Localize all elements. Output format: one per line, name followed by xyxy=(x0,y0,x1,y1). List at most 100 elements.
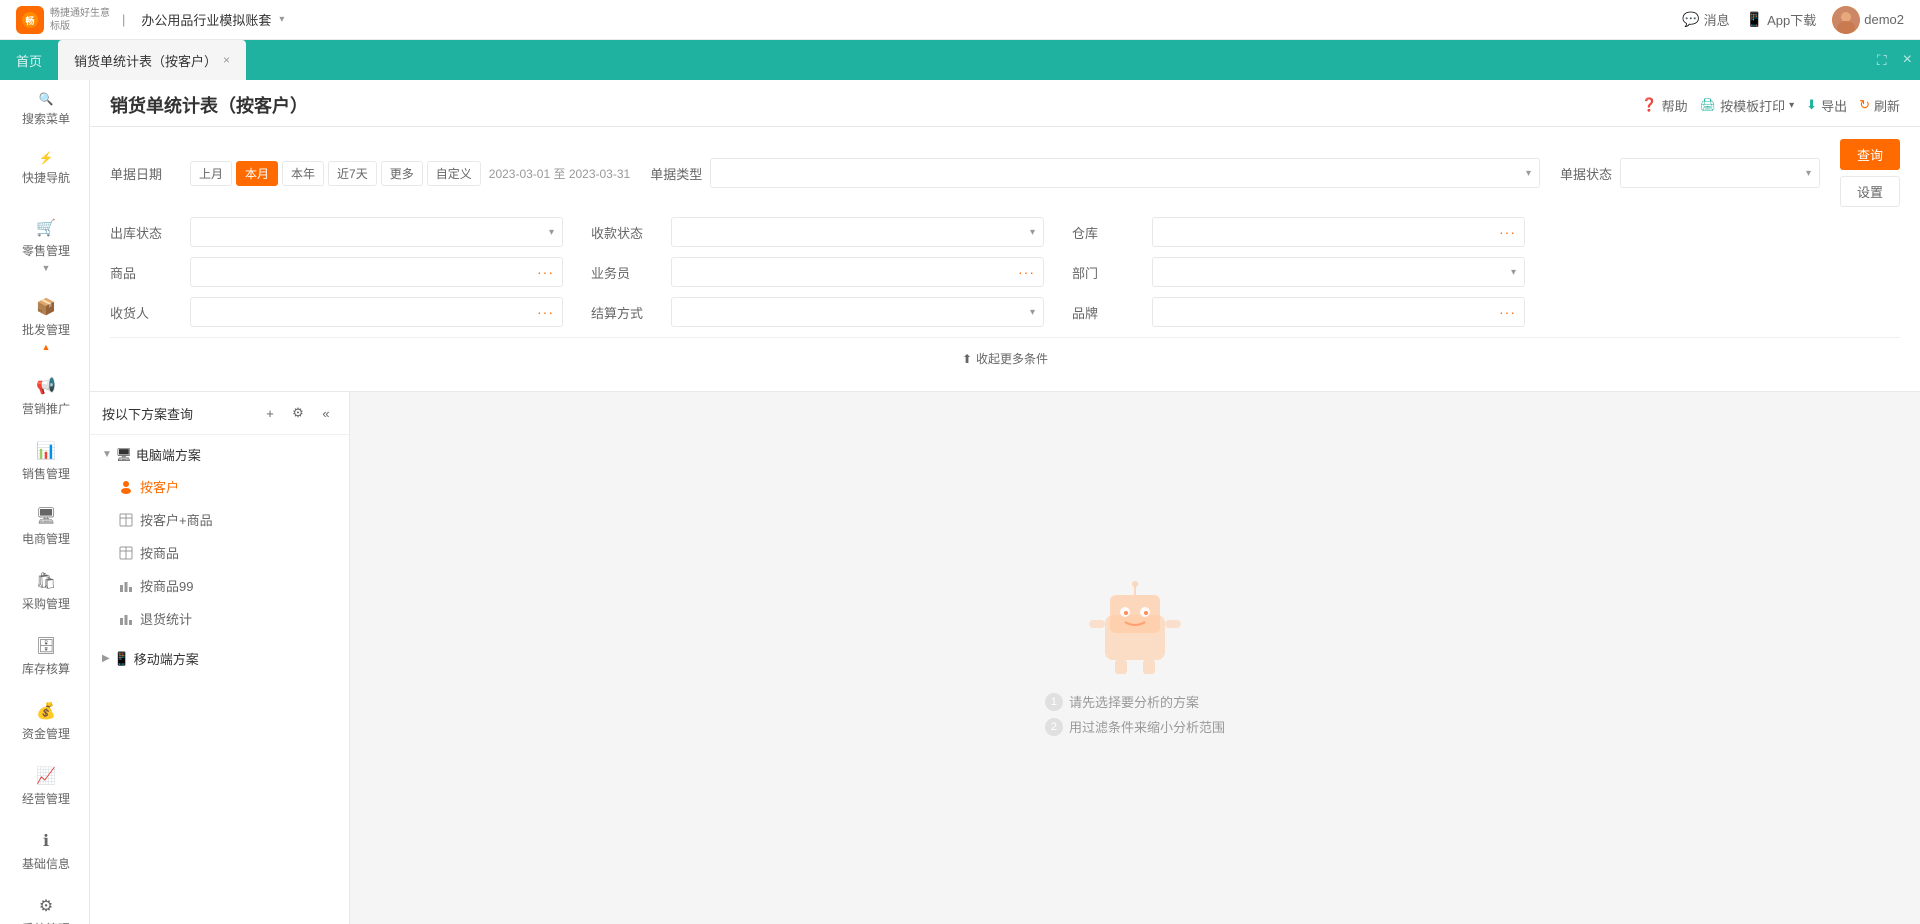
scheme-item-by-product[interactable]: 按商品 xyxy=(90,536,349,569)
order-type-select[interactable]: ▾ xyxy=(710,158,1540,188)
sidebar-quick-nav[interactable]: ⚡ 快捷导航 xyxy=(0,139,89,198)
settings-btn[interactable]: 设置 xyxy=(1840,176,1900,207)
window-close-btn[interactable]: × xyxy=(1903,51,1912,69)
bar-icon-2 xyxy=(118,611,134,627)
tab-home[interactable]: 首页 xyxy=(0,40,58,80)
app-download-btn[interactable]: 📱 App下载 xyxy=(1746,10,1817,29)
collapse-more-btn[interactable]: ⬆ 收起更多条件 xyxy=(110,344,1900,373)
content-inner: 单据日期 上月 本月 本年 近7天 更多 自定义 2023-03-01 至 20… xyxy=(90,127,1920,924)
logo-text: 畅捷通好生意 标版 xyxy=(50,7,110,33)
scheme-item-by-customer-product[interactable]: 按客户+商品 xyxy=(90,503,349,536)
custom-date-btn[interactable]: 自定义 xyxy=(427,161,481,186)
sidebar-item-retail[interactable]: 🛒 零售管理 ▼ xyxy=(0,206,89,285)
salesperson-select[interactable]: ··· xyxy=(671,257,1044,287)
page-title: 销货单统计表（按客户） xyxy=(110,92,308,118)
by-customer-product-label: 按客户+商品 xyxy=(140,510,213,529)
wholesale-expand-icon: ▲ xyxy=(42,342,51,352)
sidebar-item-sales[interactable]: 📊 销售管理 xyxy=(0,429,89,494)
mobile-section-expand-icon: ▶ xyxy=(102,653,110,664)
marketing-label: 营销推广 xyxy=(22,400,70,417)
sidebar-item-wholesale[interactable]: 📦 批发管理 ▲ xyxy=(0,285,89,364)
warehouse-label: 仓库 xyxy=(1072,223,1132,242)
mobile-section-label: 移动端方案 xyxy=(134,649,199,668)
scheme-collapse-btn[interactable]: « xyxy=(315,402,337,424)
collapse-row: ⬆ 收起更多条件 xyxy=(110,337,1900,379)
print-label: 按模板打印 xyxy=(1720,96,1785,115)
this-year-btn[interactable]: 本年 xyxy=(282,161,324,186)
product-select[interactable]: ··· xyxy=(190,257,563,287)
home-tab-label: 首页 xyxy=(16,51,42,70)
this-month-btn[interactable]: 本月 xyxy=(236,161,278,186)
sidebar-search[interactable]: 🔍 搜索菜单 xyxy=(0,80,89,139)
page-header: 销货单统计表（按客户） ❓ 帮助 🖨 按模板打印 ▾ ⬇ 导出 ↻ 刷新 xyxy=(90,80,1920,127)
table-icon-2 xyxy=(118,545,134,561)
last-7-days-btn[interactable]: 近7天 xyxy=(328,161,377,186)
print-btn[interactable]: 🖨 按模板打印 ▾ xyxy=(1700,96,1795,115)
mobile-section-header[interactable]: ▶ 📱 移动端方案 xyxy=(90,643,349,674)
order-status-arrow: ▾ xyxy=(1806,168,1811,179)
sidebar-item-ecommerce[interactable]: 🖥 电商管理 xyxy=(0,494,89,559)
return-stat-label: 退货统计 xyxy=(140,609,192,628)
tab-sales-stat[interactable]: 销货单统计表（按客户） × xyxy=(58,40,246,80)
refresh-label: 刷新 xyxy=(1874,96,1900,115)
last-month-btn[interactable]: 上月 xyxy=(190,161,232,186)
ecommerce-label: 电商管理 xyxy=(22,530,70,547)
user-profile[interactable]: demo2 xyxy=(1832,6,1904,34)
payment-status-select[interactable]: ▾ xyxy=(671,217,1044,247)
svg-text:畅: 畅 xyxy=(25,15,34,26)
order-status-select[interactable]: ▾ xyxy=(1620,158,1820,188)
marketing-icon: 📢 xyxy=(36,376,56,396)
export-label: 导出 xyxy=(1821,96,1847,115)
more-date-btn[interactable]: 更多 xyxy=(381,161,423,186)
hint-num-1: 1 xyxy=(1045,693,1063,711)
payment-label: 收款状态 xyxy=(591,223,651,242)
sidebar-item-system[interactable]: ⚙ 系统管理 xyxy=(0,884,89,924)
help-label: 帮助 xyxy=(1662,96,1688,115)
filter-panel: 单据日期 上月 本月 本年 近7天 更多 自定义 2023-03-01 至 20… xyxy=(90,127,1920,392)
desktop-section-header[interactable]: ▼ 🖥 电脑端方案 xyxy=(90,439,349,470)
receiver-select[interactable]: ··· xyxy=(190,297,563,327)
scheme-item-by-product-99[interactable]: 按商品99 xyxy=(90,569,349,602)
sidebar-item-finance[interactable]: 💰 资金管理 xyxy=(0,689,89,754)
content-area: 销货单统计表（按客户） ❓ 帮助 🖨 按模板打印 ▾ ⬇ 导出 ↻ 刷新 xyxy=(90,80,1920,924)
scheme-item-return-stat[interactable]: 退货统计 xyxy=(90,602,349,635)
desktop-section: ▼ 🖥 电脑端方案 按客户 xyxy=(90,435,349,639)
message-btn[interactable]: 💬 消息 xyxy=(1682,10,1729,29)
purchase-label: 采购管理 xyxy=(22,595,70,612)
delivery-status-select[interactable]: ▾ xyxy=(190,217,563,247)
department-select[interactable]: ▾ xyxy=(1152,257,1525,287)
sidebar-item-inventory[interactable]: 🗄 库存核算 xyxy=(0,624,89,689)
finance-label: 资金管理 xyxy=(22,725,70,742)
hint-2: 2 用过滤条件来缩小分析范围 xyxy=(1045,717,1225,736)
order-status-label: 单据状态 xyxy=(1560,164,1612,183)
wholesale-icon: 📦 xyxy=(36,297,56,317)
export-btn[interactable]: ⬇ 导出 xyxy=(1806,96,1847,115)
query-btn[interactable]: 查询 xyxy=(1840,139,1900,170)
sidebar-item-purchase[interactable]: 🛍 采购管理 xyxy=(0,559,89,624)
brand-dots: ··· xyxy=(1499,304,1516,320)
scheme-title: 按以下方案查询 xyxy=(102,404,193,423)
collapse-label: 收起更多条件 xyxy=(976,350,1048,367)
tab-close-btn[interactable]: × xyxy=(223,53,230,67)
help-btn[interactable]: ❓ 帮助 xyxy=(1641,96,1687,115)
by-customer-label: 按客户 xyxy=(140,477,179,496)
finance-icon: 💰 xyxy=(36,701,56,721)
filter-row-4: 收货人 ··· 结算方式 ▾ 品牌 ··· xyxy=(110,297,1900,327)
scheme-panel: 按以下方案查询 + ⚙ « xyxy=(90,392,350,924)
scheme-add-btn[interactable]: + xyxy=(259,402,281,424)
purchase-icon: 🛍 xyxy=(36,571,56,591)
warehouse-dots: ··· xyxy=(1499,224,1516,240)
scheme-item-by-customer[interactable]: 按客户 xyxy=(90,470,349,503)
scheme-settings-btn[interactable]: ⚙ xyxy=(287,402,309,424)
sidebar-item-operation[interactable]: 📈 经营管理 xyxy=(0,754,89,819)
settlement-select[interactable]: ▾ xyxy=(671,297,1044,327)
sidebar-item-marketing[interactable]: 📢 营销推广 xyxy=(0,364,89,429)
app-dropdown-arrow[interactable]: ▾ xyxy=(279,14,284,25)
maximize-icon[interactable]: ⛶ xyxy=(1877,52,1887,69)
sidebar-item-basic[interactable]: ℹ 基础信息 xyxy=(0,819,89,884)
warehouse-select[interactable]: ··· xyxy=(1152,217,1525,247)
download-icon: 📱 xyxy=(1746,11,1763,28)
table-icon-1 xyxy=(118,512,134,528)
brand-select[interactable]: ··· xyxy=(1152,297,1525,327)
refresh-btn[interactable]: ↻ 刷新 xyxy=(1859,96,1900,115)
